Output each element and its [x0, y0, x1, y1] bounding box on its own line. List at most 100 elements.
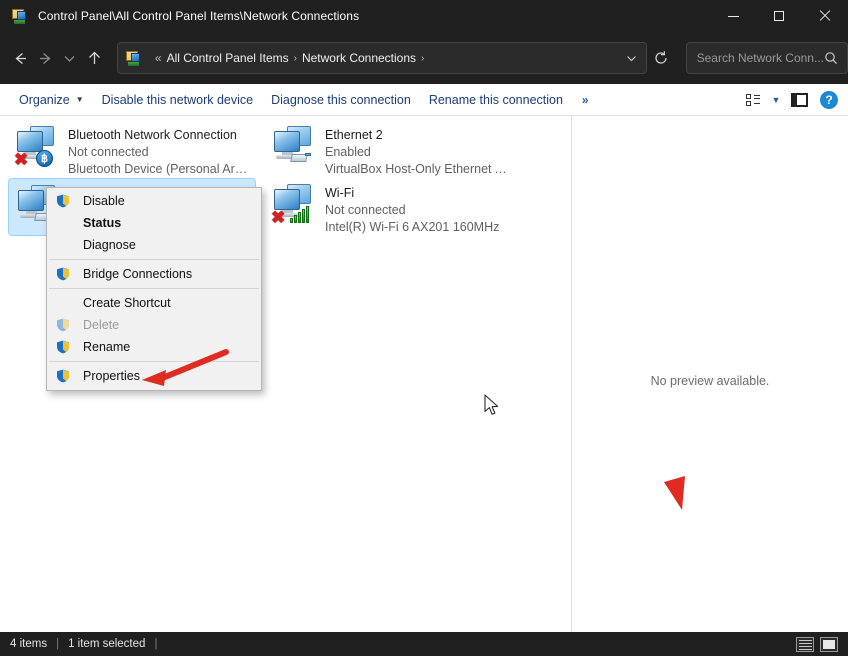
list-item-name: Ethernet 2	[325, 127, 509, 144]
organize-button[interactable]: Organize ▼	[10, 86, 93, 114]
network-adapter-icon	[271, 125, 319, 169]
uac-shield-icon	[55, 266, 71, 282]
network-adapter-icon: ✖ ฿	[14, 125, 62, 169]
list-item-device: VirtualBox Host-Only Ethernet Ad...	[325, 161, 509, 178]
list-item-name: Wi-Fi	[325, 185, 499, 202]
list-item-name: Bluetooth Network Connection	[68, 127, 252, 144]
context-menu-item-status[interactable]: Status	[47, 212, 261, 234]
context-menu-item-bridge-connections[interactable]: Bridge Connections	[47, 263, 261, 285]
close-button[interactable]	[802, 0, 848, 32]
address-control-panel-icon	[126, 50, 142, 66]
uac-shield-icon	[55, 339, 71, 355]
preview-message: No preview available.	[572, 374, 848, 388]
context-menu-item-diagnose[interactable]: Diagnose	[47, 234, 261, 256]
uac-shield-icon	[55, 368, 71, 384]
organize-label: Organize	[19, 93, 70, 107]
recent-locations-button[interactable]	[57, 42, 82, 74]
search-box[interactable]: Search Network Conn...	[686, 42, 848, 74]
list-item-ethernet-2[interactable]: Ethernet 2 Enabled VirtualBox Host-Only …	[265, 120, 513, 178]
breadcrumb-all-control-panel-items[interactable]: All Control Panel Items	[167, 51, 289, 65]
refresh-button[interactable]	[649, 42, 674, 74]
context-menu-separator	[49, 361, 259, 362]
context-menu[interactable]: Disable Status Diagnose Bridge Connectio…	[46, 187, 262, 391]
navigation-bar: « All Control Panel Items › Network Conn…	[0, 32, 848, 84]
close-icon	[819, 10, 831, 22]
context-menu-item-disable[interactable]: Disable	[47, 190, 261, 212]
context-menu-item-label: Rename	[83, 340, 130, 354]
preview-pane: No preview available.	[572, 116, 848, 632]
status-bar: 4 items | 1 item selected |	[0, 632, 848, 656]
breadcrumb-overflow[interactable]: «	[150, 51, 167, 65]
rename-connection-button[interactable]: Rename this connection	[420, 86, 572, 114]
arrow-left-icon	[12, 50, 29, 67]
bluetooth-badge-icon: ฿	[36, 150, 53, 167]
context-menu-item-label: Status	[83, 216, 121, 230]
list-item-status: Enabled	[325, 144, 509, 161]
preview-pane-button[interactable]	[786, 87, 812, 113]
large-icons-view-button[interactable]	[820, 637, 838, 652]
details-view-button[interactable]	[796, 637, 814, 652]
command-bar: Organize ▼ Disable this network device D…	[0, 84, 848, 116]
ethernet-badge-icon	[289, 152, 311, 164]
disconnected-x-icon: ✖	[14, 152, 30, 168]
context-menu-item-label: Bridge Connections	[83, 267, 192, 281]
maximize-button[interactable]	[756, 0, 802, 32]
toolbar-overflow-button[interactable]: »	[572, 93, 599, 107]
breadcrumb-separator-2[interactable]: ›	[416, 53, 429, 64]
control-panel-icon	[12, 8, 28, 24]
list-item-status: Not connected	[68, 144, 252, 161]
help-button[interactable]: ?	[820, 91, 838, 109]
status-separator: |	[56, 638, 59, 650]
view-dropdown-caret[interactable]: ▼	[768, 95, 784, 105]
forward-button[interactable]	[33, 42, 58, 74]
preview-pane-icon	[791, 93, 808, 107]
window-title: Control Panel\All Control Panel Items\Ne…	[38, 9, 359, 23]
file-explorer-window: Control Panel\All Control Panel Items\Ne…	[0, 0, 848, 656]
context-menu-item-label: Create Shortcut	[83, 296, 171, 310]
up-button[interactable]	[82, 42, 107, 74]
change-view-button[interactable]	[740, 87, 766, 113]
uac-shield-icon	[55, 193, 71, 209]
context-menu-item-properties[interactable]: Properties	[47, 365, 261, 387]
selection-count: 1 item selected	[68, 638, 145, 650]
context-menu-item-create-shortcut[interactable]: Create Shortcut	[47, 292, 261, 314]
view-layout-icon	[746, 94, 760, 106]
window-controls	[710, 0, 848, 32]
maximize-icon	[774, 11, 784, 21]
list-item-bluetooth-network-connection[interactable]: ✖ ฿ Bluetooth Network Connection Not con…	[8, 120, 256, 178]
list-item-device: Bluetooth Device (Personal Area ...	[68, 161, 252, 178]
blank-icon	[55, 237, 71, 253]
list-item-device: Intel(R) Wi-Fi 6 AX201 160MHz	[325, 219, 499, 236]
disconnected-x-icon: ✖	[271, 210, 287, 226]
list-item-status: Not connected	[325, 202, 499, 219]
arrow-right-icon	[37, 50, 54, 67]
context-menu-item-label: Properties	[83, 369, 140, 383]
refresh-icon	[653, 50, 669, 66]
address-bar[interactable]: « All Control Panel Items › Network Conn…	[117, 42, 647, 74]
blank-icon	[55, 215, 71, 231]
context-menu-separator	[49, 288, 259, 289]
search-icon[interactable]	[824, 51, 838, 65]
address-dropdown-button[interactable]	[618, 44, 646, 72]
list-item-wi-fi[interactable]: ✖ Wi-Fi Not connected Intel(R) Wi-Fi 6 A…	[265, 178, 513, 236]
breadcrumb-separator-1[interactable]: ›	[289, 53, 302, 64]
back-button[interactable]	[8, 42, 33, 74]
chevron-down-icon: ▼	[76, 95, 84, 104]
context-menu-item-rename[interactable]: Rename	[47, 336, 261, 358]
arrow-up-icon	[86, 50, 103, 67]
status-separator: |	[154, 638, 157, 650]
context-menu-item-label: Delete	[83, 318, 119, 332]
minimize-button[interactable]	[710, 0, 756, 32]
chevron-down-icon	[62, 51, 77, 66]
context-menu-item-label: Disable	[83, 194, 125, 208]
blank-icon	[55, 295, 71, 311]
diagnose-connection-button[interactable]: Diagnose this connection	[262, 86, 420, 114]
search-input[interactable]: Search Network Conn...	[697, 51, 824, 65]
network-adapter-icon: ✖	[271, 183, 319, 227]
disable-network-device-button[interactable]: Disable this network device	[93, 86, 262, 114]
minimize-icon	[728, 16, 739, 17]
title-bar: Control Panel\All Control Panel Items\Ne…	[0, 0, 848, 32]
uac-shield-icon	[55, 317, 71, 333]
breadcrumb-network-connections[interactable]: Network Connections	[302, 51, 416, 65]
context-menu-item-label: Diagnose	[83, 238, 136, 252]
